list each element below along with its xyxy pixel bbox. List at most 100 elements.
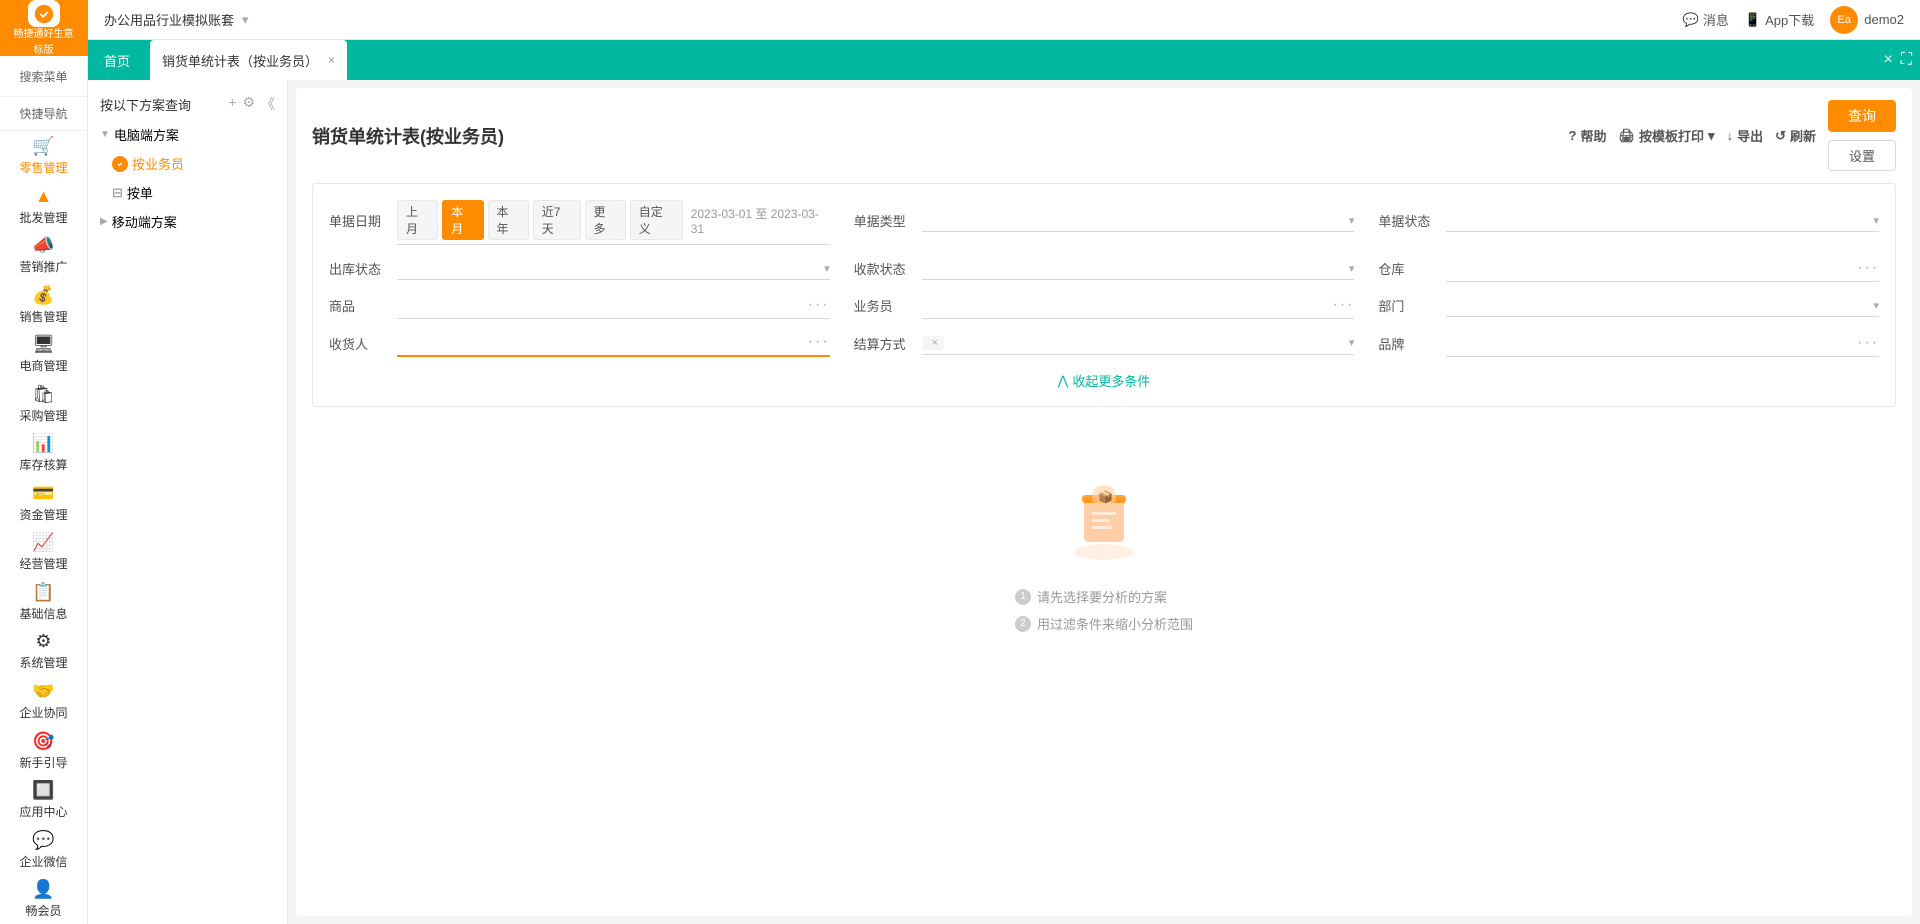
date-btn-custom[interactable]: 自定义 [630, 200, 683, 240]
tree-mobile[interactable]: ▶ 移动端方案 [88, 207, 287, 236]
query-button[interactable]: 查询 [1828, 100, 1896, 132]
marketing-icon: 📣 [32, 235, 54, 256]
date-btn-this-year[interactable]: 本年 [488, 200, 529, 240]
window-max-icon[interactable]: ⛶ [1901, 51, 1912, 69]
consignee-value[interactable]: ··· [397, 329, 830, 357]
right-panel: 销货单统计表(按业务员) ? 帮助 🖨 按模板打印 ▾ ↓ 导出 [296, 88, 1912, 916]
tab-home[interactable]: 首页 [88, 40, 146, 80]
doc-status-value[interactable]: ▾ [1446, 210, 1879, 232]
sidebar-item-inventory[interactable]: 📊 库存核算 [0, 429, 88, 479]
app-download-label: App下载 [1765, 10, 1814, 29]
template-print-btn[interactable]: 🖨 按模板打印 ▾ [1619, 126, 1715, 145]
add-scheme-icon[interactable]: + [228, 94, 236, 114]
out-status-dropdown-icon[interactable]: ▾ [824, 262, 830, 275]
page-title: 销货单统计表(按业务员) [312, 123, 504, 149]
receipt-status-dropdown-icon[interactable]: ▾ [1349, 262, 1355, 275]
user-area[interactable]: Ea demo2 [1830, 6, 1904, 34]
sidebar-item-purchase-label: 采购管理 [19, 407, 67, 424]
date-btn-more[interactable]: 更多 [585, 200, 626, 240]
salesperson-scheme-icon [112, 156, 128, 172]
help-btn[interactable]: ? 帮助 [1569, 126, 1607, 145]
brand-label: 品牌 [1378, 334, 1438, 353]
settings-scheme-icon[interactable]: ⚙ [242, 94, 255, 114]
tab-close-icon[interactable]: × [328, 53, 335, 67]
warehouse-label: 仓库 [1378, 259, 1438, 278]
sidebar-item-system[interactable]: ⚙ 系统管理 [0, 627, 88, 677]
sidebar-item-finance-label: 资金管理 [19, 506, 67, 523]
warehouse-value[interactable]: ··· [1446, 255, 1879, 282]
brand-more-icon[interactable]: ··· [1857, 334, 1879, 352]
salesperson-value[interactable]: ··· [922, 292, 1355, 319]
sidebar-item-appstore[interactable]: 🔲 应用中心 [0, 775, 88, 825]
export-btn[interactable]: ↓ 导出 [1727, 126, 1764, 145]
salesperson-more-icon[interactable]: ··· [1332, 296, 1354, 314]
date-label: 单据日期 [329, 211, 389, 230]
date-range-text: 2023-03-01 至 2023-03-31 [691, 205, 830, 236]
filter-warehouse: 仓库 ··· [1378, 255, 1879, 282]
sidebar-item-retail[interactable]: 🛒 零售管理 [0, 131, 88, 181]
doc-type-label: 单据类型 [854, 211, 914, 230]
department-dropdown-icon[interactable]: ▾ [1873, 299, 1879, 312]
department-value[interactable]: ▾ [1446, 295, 1879, 317]
collapse-panel-icon[interactable]: 《 [261, 94, 275, 114]
goods-label: 商品 [329, 296, 389, 315]
quick-nav[interactable]: 快捷导航 [0, 97, 88, 131]
brand-value[interactable]: ··· [1446, 330, 1879, 357]
filter-settlement: 结算方式 × ▾ [854, 332, 1355, 355]
receipt-status-value[interactable]: ▾ [922, 258, 1355, 280]
app-download-icon: 📱 [1745, 12, 1761, 28]
tab-active[interactable]: 销货单统计表（按业务员） × [150, 40, 347, 80]
basic-icon: 📋 [32, 582, 54, 603]
settlement-value[interactable]: × ▾ [922, 332, 1355, 355]
tree-item-salesperson[interactable]: 按业务员 [88, 149, 287, 178]
sidebar-item-operations[interactable]: 📈 经营管理 [0, 528, 88, 578]
sidebar-item-wechat-label: 企业微信 [19, 853, 67, 870]
tree-item-order[interactable]: ⊟ 按单 [88, 178, 287, 207]
message-btn[interactable]: 💬 消息 [1683, 10, 1729, 29]
settlement-tag-close[interactable]: × [932, 337, 938, 349]
sidebar-item-wholesale[interactable]: ▲ 批发管理 [0, 181, 88, 231]
sidebar-item-wechat[interactable]: 💬 企业微信 [0, 825, 88, 875]
date-btn-7days[interactable]: 近7天 [533, 200, 581, 240]
settings-button[interactable]: 设置 [1828, 140, 1896, 171]
sidebar-item-basic[interactable]: 📋 基础信息 [0, 577, 88, 627]
breadcrumb-dropdown-icon[interactable]: ▾ [242, 12, 249, 28]
doc-type-dropdown-icon[interactable]: ▾ [1349, 214, 1355, 227]
logo-sublabel: 标版 [34, 41, 54, 56]
sidebar-item-sales[interactable]: 💰 销售管理 [0, 280, 88, 330]
system-icon: ⚙ [35, 631, 51, 652]
window-close-icon[interactable]: × [1883, 51, 1892, 69]
department-label: 部门 [1378, 296, 1438, 315]
doc-status-dropdown-icon[interactable]: ▾ [1873, 214, 1879, 227]
filter-goods: 商品 ··· [329, 292, 830, 319]
sidebar-item-purchase[interactable]: 🛍 采购管理 [0, 379, 88, 429]
sidebar-item-finance[interactable]: 💳 资金管理 [0, 478, 88, 528]
out-status-value[interactable]: ▾ [397, 258, 830, 280]
collapse-btn[interactable]: ⋀ 收起更多条件 [1046, 367, 1163, 394]
refresh-btn[interactable]: ↺ 刷新 [1775, 126, 1816, 145]
date-btn-this-month[interactable]: 本月 [442, 200, 483, 240]
template-print-label: 按模板打印 [1639, 126, 1704, 145]
sidebar-item-guide[interactable]: 🎯 新手引导 [0, 726, 88, 776]
settlement-dropdown-icon[interactable]: ▾ [1349, 336, 1355, 349]
tab-bar: 首页 销货单统计表（按业务员） × × ⛶ [88, 40, 1920, 80]
tree-desktop[interactable]: ▼ 电脑端方案 [88, 120, 287, 149]
date-btn-last-month[interactable]: 上月 [397, 200, 438, 240]
search-menu[interactable]: 搜索菜单 [0, 56, 88, 97]
app-download-btn[interactable]: 📱 App下载 [1745, 10, 1814, 29]
sidebar-item-ecommerce[interactable]: 🖥 电商管理 [0, 329, 88, 379]
header-actions: 💬 消息 📱 App下载 Ea demo2 [1683, 6, 1904, 34]
doc-type-value[interactable]: ▾ [922, 210, 1355, 232]
sidebar-item-collab[interactable]: 🤝 企业协同 [0, 676, 88, 726]
goods-more-icon[interactable]: ··· [808, 296, 830, 314]
goods-value[interactable]: ··· [397, 292, 830, 319]
order-label: 按单 [127, 183, 153, 202]
filter-row-3: 商品 ··· 业务员 ··· [329, 292, 1879, 319]
app-logo[interactable]: 畅捷通好生意 标版 [0, 0, 88, 56]
page-title-row: 销货单统计表(按业务员) ? 帮助 🖨 按模板打印 ▾ ↓ 导出 [312, 100, 1896, 171]
consignee-more-icon[interactable]: ··· [808, 333, 830, 351]
sidebar-item-marketing[interactable]: 📣 营销推广 [0, 230, 88, 280]
warehouse-more-icon[interactable]: ··· [1857, 259, 1879, 277]
sidebar-item-member[interactable]: 👤 畅会员 [0, 874, 88, 924]
svg-text:📦: 📦 [1098, 490, 1113, 504]
